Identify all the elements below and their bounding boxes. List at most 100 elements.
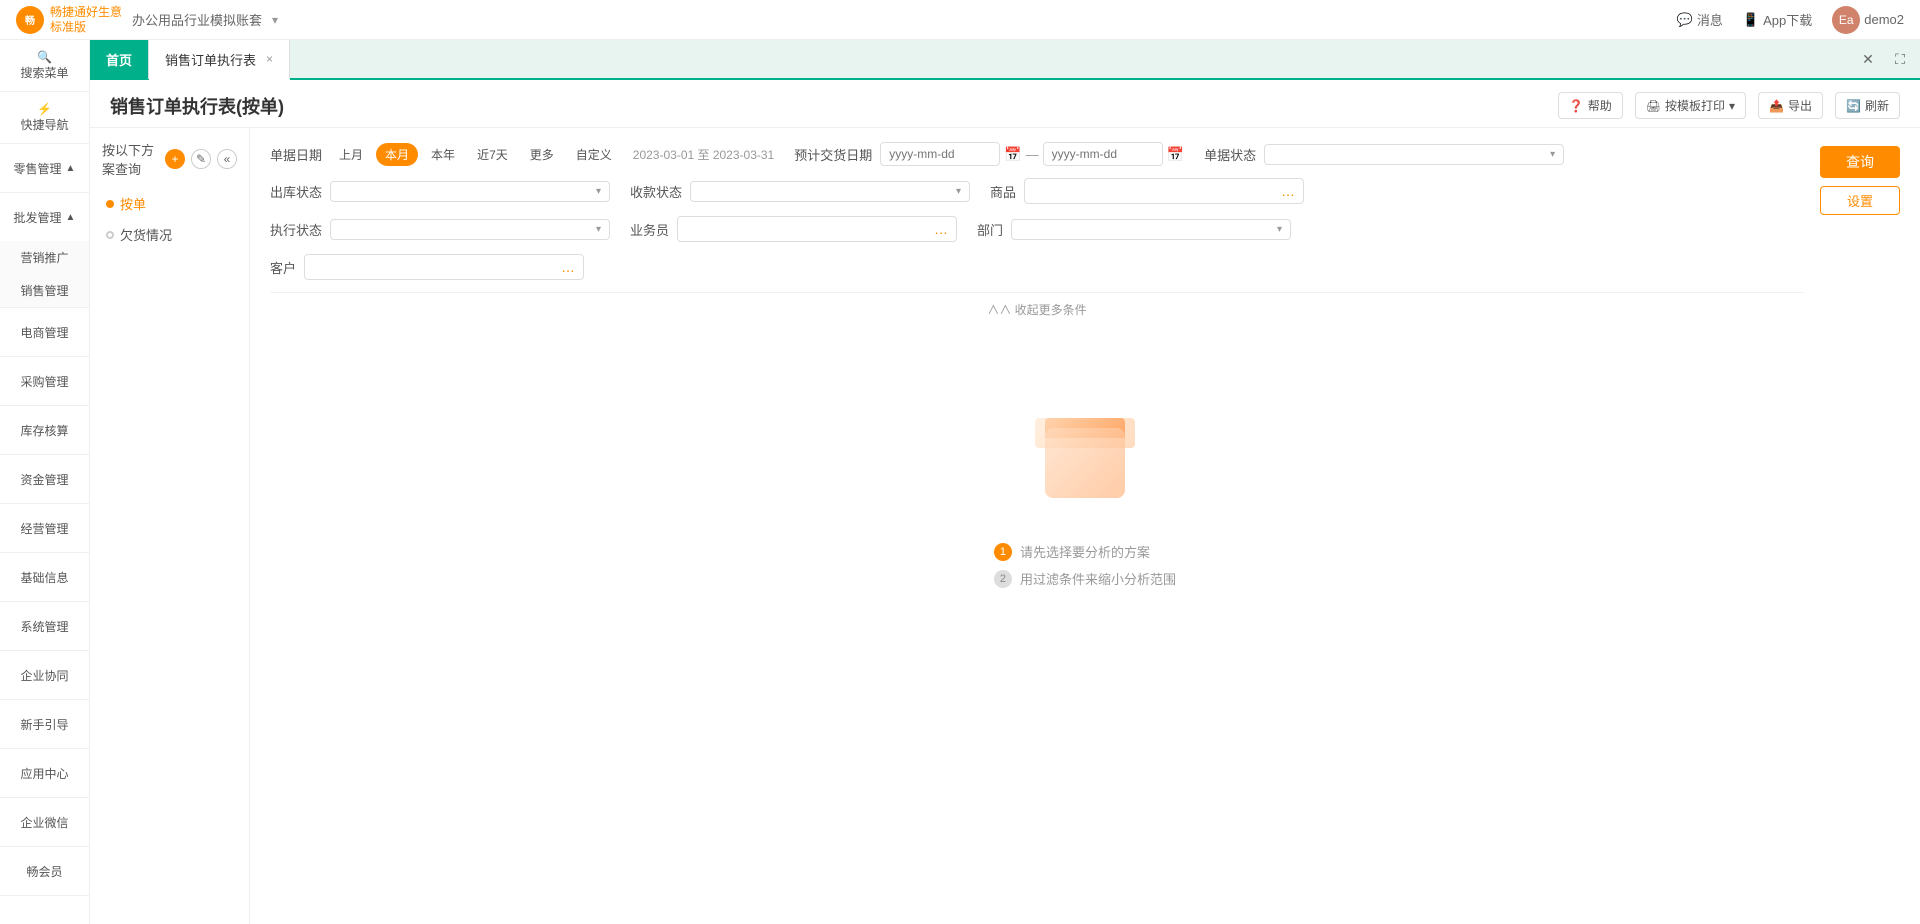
tab-close-icon[interactable]: × xyxy=(266,52,273,66)
sidebar-item-wecom[interactable]: 企业微信 xyxy=(0,798,89,846)
sidebar-item-purchase[interactable]: 采购管理 xyxy=(0,357,89,405)
date-tab-this-year[interactable]: 本年 xyxy=(422,143,464,166)
tab-current[interactable]: 销售订单执行表 × xyxy=(149,40,290,80)
sidebar-sub-sales[interactable]: 销售管理 xyxy=(0,274,89,307)
tab-window-expand-icon[interactable]: ⛶ xyxy=(1888,47,1912,71)
sidebar-item-basicinfo[interactable]: 基础信息 xyxy=(0,553,89,601)
sidebar-item-search[interactable]: 🔍 搜索菜单 xyxy=(0,40,89,91)
date-tab-this-month[interactable]: 本月 xyxy=(376,143,418,166)
expected-date-end-input[interactable] xyxy=(1043,142,1163,166)
date-tab-custom[interactable]: 自定义 xyxy=(567,143,621,166)
main-content: 销售订单执行表(按单) ❓ 帮助 🖨 按模板打印 ▾ 📤 导出 🔄 刷新 xyxy=(90,80,1920,924)
date-range-text: 2023-03-01 至 2023-03-31 xyxy=(633,146,774,163)
date-tab-7days[interactable]: 近7天 xyxy=(468,143,517,166)
receive-status-select[interactable]: ▾ xyxy=(690,181,970,202)
dept-label: 部门 xyxy=(977,220,1003,239)
sidebar-item-membership[interactable]: 畅会员 xyxy=(0,847,89,895)
content-body: 按以下方案查询 + ✎ « 按单 xyxy=(90,128,1920,924)
collapse-panel-button[interactable]: « xyxy=(217,149,237,169)
date-tab-more[interactable]: 更多 xyxy=(521,143,563,166)
sidebar-sub-marketing[interactable]: 营销推广 xyxy=(0,241,89,274)
sidebar-item-ecom[interactable]: 电商管理 xyxy=(0,308,89,356)
calendar-start-icon[interactable]: 📅 xyxy=(1004,146,1021,163)
edit-icon: ✎ xyxy=(196,152,206,166)
date-tabs: 上月 本月 本年 近7天 更多 自定义 xyxy=(330,143,621,166)
empty-step-1: 1 请先选择要分析的方案 xyxy=(994,542,1150,561)
tab-home[interactable]: 首页 xyxy=(90,39,149,79)
left-panel-header: 按以下方案查询 + ✎ « xyxy=(98,140,241,178)
query-button[interactable]: 查询 xyxy=(1820,146,1900,178)
sidebar-item-inventory[interactable]: 库存核算 xyxy=(0,406,89,454)
user-profile[interactable]: Ea demo2 xyxy=(1832,6,1904,34)
goods-label: 商品 xyxy=(990,182,1016,201)
expected-date-start-input[interactable] xyxy=(880,142,1000,166)
scheme-item-shortage[interactable]: 欠货情况 xyxy=(98,219,241,250)
sidebar-item-sysadmin[interactable]: 系统管理 xyxy=(0,602,89,650)
sidebar-item-wholesale[interactable]: 批发管理 ▲ xyxy=(0,193,89,241)
salesperson-dots-icon: … xyxy=(934,221,948,237)
page-container: 销售订单执行表(按单) ❓ 帮助 🖨 按模板打印 ▾ 📤 导出 🔄 刷新 xyxy=(90,80,1920,924)
left-panel-icons: + ✎ « xyxy=(165,149,237,169)
retail-arrow-icon: ▲ xyxy=(66,163,76,174)
help-button[interactable]: ❓ 帮助 xyxy=(1558,92,1623,119)
export-icon: 📤 xyxy=(1769,99,1784,113)
receive-status-group: 收款状态 ▾ xyxy=(630,181,970,202)
scheme-item-order[interactable]: 按单 xyxy=(98,188,241,219)
sidebar-retail-section: 零售管理 ▲ xyxy=(0,144,89,193)
exec-status-select[interactable]: ▾ xyxy=(330,219,610,240)
salesperson-input[interactable]: … xyxy=(677,216,957,242)
app-download-action[interactable]: 📱 App下载 xyxy=(1743,10,1812,29)
print-arrow-icon: ▾ xyxy=(1729,99,1735,113)
export-button[interactable]: 📤 导出 xyxy=(1758,92,1823,119)
empty-illustration xyxy=(1035,418,1135,518)
tab-bar: 首页 销售订单执行表 × ✕ ⛶ xyxy=(90,40,1920,80)
receive-status-chevron-icon: ▾ xyxy=(956,186,961,197)
collapse-arrow-icon: ∧∧ xyxy=(987,303,1011,317)
page-title: 销售订单执行表(按单) xyxy=(110,93,284,119)
wholesale-arrow-icon: ▲ xyxy=(66,212,76,223)
tab-window-close-icon[interactable]: ✕ xyxy=(1856,47,1880,71)
add-scheme-button[interactable]: + xyxy=(165,149,185,169)
sidebar-item-appcenter[interactable]: 应用中心 xyxy=(0,749,89,797)
sidebar-item-enterprise[interactable]: 企业协同 xyxy=(0,651,89,699)
step-num-2: 2 xyxy=(994,570,1012,588)
out-status-select[interactable]: ▾ xyxy=(330,181,610,202)
active-dot xyxy=(106,200,114,208)
customer-input[interactable]: … xyxy=(304,254,584,280)
logo-area: 畅 畅捷通好生意 标准版 xyxy=(16,5,122,34)
empty-step-2: 2 用过滤条件来缩小分析范围 xyxy=(994,569,1176,588)
breadcrumb-arrow-icon[interactable]: ▾ xyxy=(272,13,278,27)
sidebar-item-newbie[interactable]: 新手引导 xyxy=(0,700,89,748)
filter-row-4: 客户 … xyxy=(270,254,1804,280)
message-action[interactable]: 💬 消息 xyxy=(1677,10,1723,29)
header-left: 畅 畅捷通好生意 标准版 办公用品行业模拟账套 ▾ xyxy=(16,5,278,34)
sidebar-wholesale-section: 批发管理 ▲ 营销推广 销售管理 xyxy=(0,193,89,308)
doc-status-select[interactable]: ▾ xyxy=(1264,144,1564,165)
sidebar-item-retail[interactable]: 零售管理 ▲ xyxy=(0,144,89,192)
refresh-button[interactable]: 🔄 刷新 xyxy=(1835,92,1900,119)
calendar-end-icon[interactable]: 📅 xyxy=(1167,146,1184,163)
nav-icon: ⚡ xyxy=(37,102,52,116)
doc-status-group: 单据状态 ▾ xyxy=(1204,144,1564,165)
goods-input[interactable]: … xyxy=(1024,178,1304,204)
out-status-group: 出库状态 ▾ xyxy=(270,181,610,202)
settings-button[interactable]: 设置 xyxy=(1820,186,1900,215)
date-tab-last-month[interactable]: 上月 xyxy=(330,143,372,166)
print-button[interactable]: 🖨 按模板打印 ▾ xyxy=(1635,92,1746,119)
sidebar-item-business[interactable]: 经营管理 xyxy=(0,504,89,552)
customer-dots-icon: … xyxy=(561,259,575,275)
breadcrumb: 办公用品行业模拟账套 xyxy=(132,10,262,29)
edit-scheme-button[interactable]: ✎ xyxy=(191,149,211,169)
dept-select[interactable]: ▾ xyxy=(1011,219,1291,240)
help-icon: ❓ xyxy=(1569,99,1584,113)
empty-box xyxy=(1045,428,1125,498)
sidebar-item-finance[interactable]: 资金管理 xyxy=(0,455,89,503)
sidebar-nav-section: ⚡ 快捷导航 xyxy=(0,92,89,144)
collapse-bar[interactable]: ∧∧ 收起更多条件 xyxy=(270,292,1804,326)
doc-status-chevron-icon: ▾ xyxy=(1550,149,1555,160)
print-icon: 🖨 xyxy=(1646,99,1661,113)
right-filter-panel: 单据日期 上月 本月 本年 近7天 更多 自定义 2023-03-01 至 20… xyxy=(250,128,1920,924)
sidebar-item-quicknav[interactable]: ⚡ 快捷导航 xyxy=(0,92,89,143)
refresh-icon: 🔄 xyxy=(1846,99,1861,113)
sidebar-search-section: 🔍 搜索菜单 xyxy=(0,40,89,92)
